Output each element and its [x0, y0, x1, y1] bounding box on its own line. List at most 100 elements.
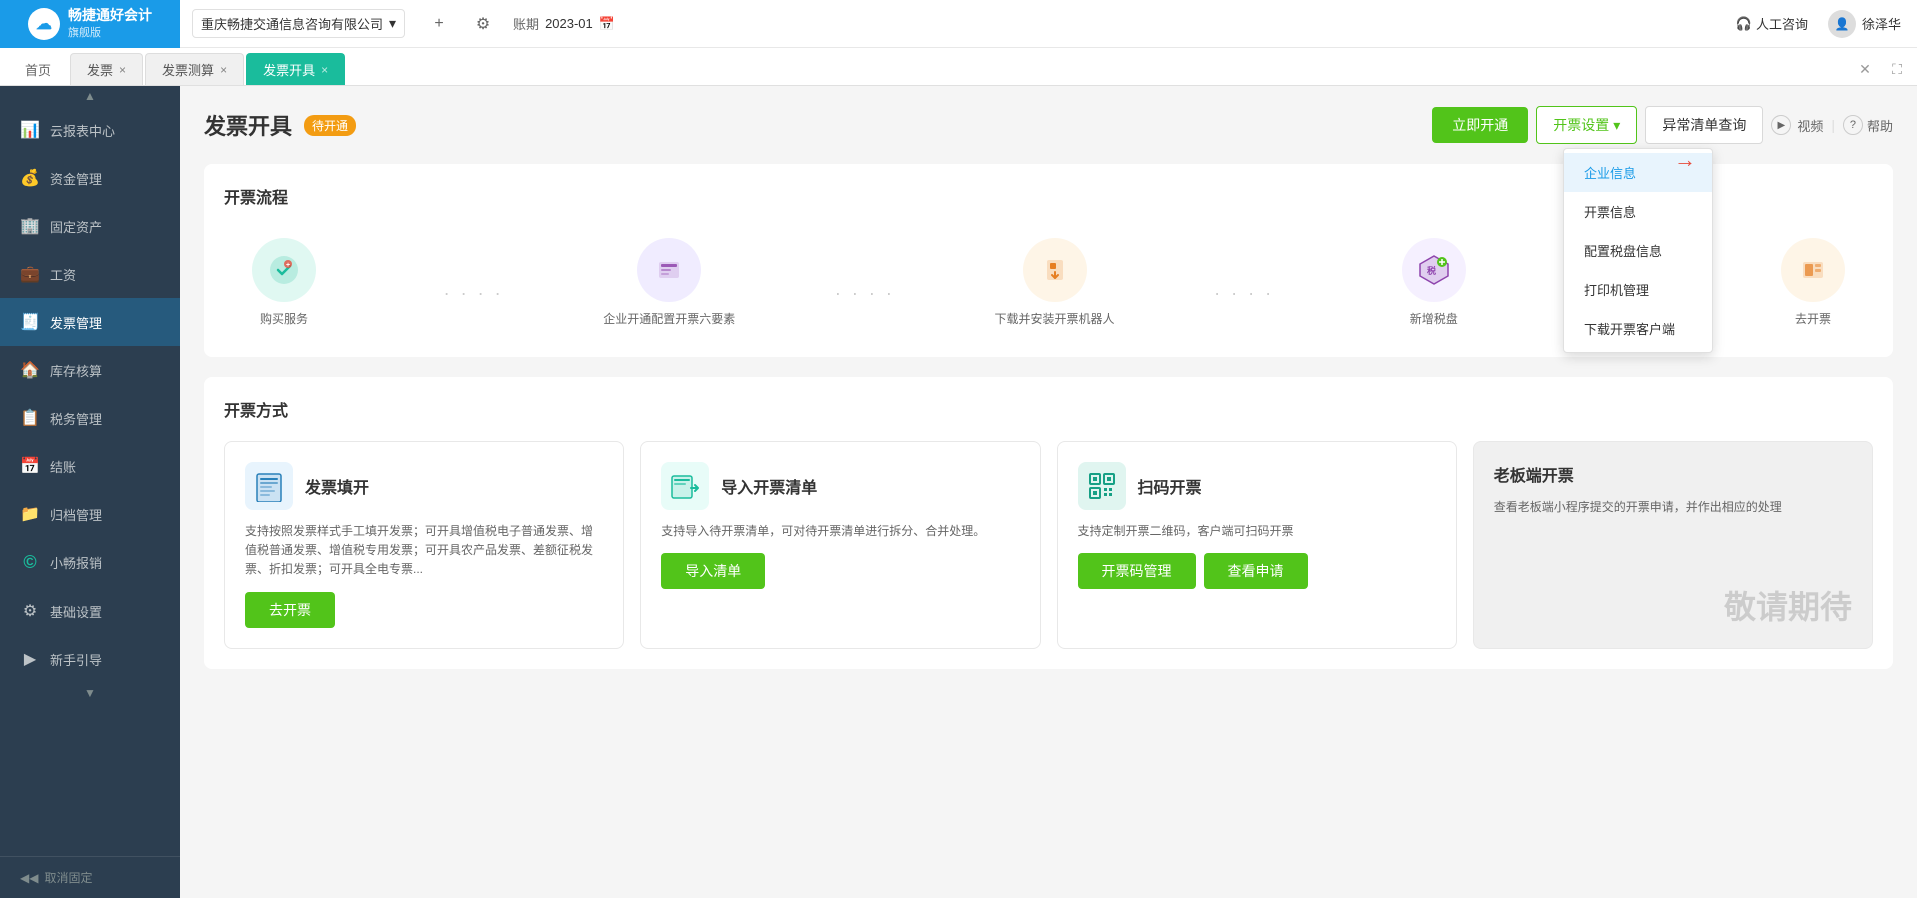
sidebar-item-salary[interactable]: 💼 工资 — [0, 250, 180, 298]
video-label[interactable]: 视频 — [1797, 116, 1823, 135]
go-invoice-button[interactable]: 去开票 — [245, 592, 335, 628]
tab-invoice-close[interactable]: × — [119, 63, 126, 77]
video-help: ▶ 视频 — [1771, 115, 1823, 135]
method-desc-import: 支持导入待开票清单，可对待开票清单进行拆分、合并处理。 — [661, 522, 1019, 541]
sidebar-label-guide: 新手引导 — [50, 650, 102, 669]
sidebar-scroll-up[interactable]: ▲ — [0, 86, 180, 106]
page-title-area: 发票开具 待开通 — [204, 109, 356, 141]
support-button[interactable]: 🎧 人工咨询 — [1736, 14, 1808, 33]
sidebar-item-invoice-mgmt[interactable]: 🧾 发票管理 — [0, 298, 180, 346]
accounting-icon: 📅 — [20, 456, 40, 476]
sidebar-label-settings: 基础设置 — [50, 602, 102, 621]
tab-invoice-issue-close[interactable]: × — [321, 63, 328, 77]
settings-icon[interactable]: ⚙ — [469, 10, 497, 38]
flow-step-config: 企业开通配置开票六要素 — [603, 238, 735, 327]
help-button[interactable]: ? 帮助 — [1843, 115, 1893, 135]
logo-area: ☁ 畅捷通好会计 旗舰版 — [0, 0, 180, 48]
sidebar-item-report2[interactable]: © 小畅报销 — [0, 538, 180, 587]
activate-button[interactable]: 立即开通 — [1432, 107, 1528, 143]
sidebar: ▲ 📊 云报表中心 💰 资金管理 🏢 固定资产 💼 工资 🧾 发票管理 🏠 库存… — [0, 86, 180, 898]
tab-invoice-calc[interactable]: 发票测算 × — [145, 53, 244, 85]
sidebar-scroll-down[interactable]: ▼ — [0, 683, 180, 703]
settings-sidebar-icon: ⚙ — [20, 601, 40, 621]
page-header: 发票开具 待开通 立即开通 开票设置 ▾ 异常清单查询 ▶ 视频 — [204, 106, 1893, 144]
invoice-mgmt-icon: 🧾 — [20, 312, 40, 332]
method-card-import: 导入开票清单 支持导入待开票清单，可对待开票清单进行拆分、合并处理。 导入清单 — [640, 441, 1040, 649]
report-icon: 📊 — [20, 120, 40, 140]
method-header-import: 导入开票清单 — [661, 462, 1019, 510]
tab-close-btn[interactable]: ✕ — [1853, 57, 1877, 81]
dropdown-tax-config[interactable]: 配置税盘信息 — [1564, 231, 1712, 270]
flow-label-buy: 购买服务 — [260, 310, 308, 327]
company-info-label: 企业信息 — [1584, 163, 1636, 182]
sidebar-label-report: 云报表中心 — [50, 121, 115, 140]
collapse-label: 取消固定 — [44, 869, 92, 886]
overlay-text: 敬请期待 — [1724, 582, 1852, 628]
user-info[interactable]: 👤 徐泽华 — [1828, 10, 1901, 38]
sidebar-label-inventory: 库存核算 — [50, 361, 102, 380]
sidebar-item-tax[interactable]: 📋 税务管理 — [0, 394, 180, 442]
flow-label-config: 企业开通配置开票六要素 — [603, 310, 735, 327]
sidebar-item-asset[interactable]: 🏢 固定资产 — [0, 202, 180, 250]
view-application-button[interactable]: 查看申请 — [1204, 553, 1308, 589]
top-header: ☁ 畅捷通好会计 旗舰版 重庆畅捷交通信息咨询有限公司 ▾ + ⚙ 账期 202… — [0, 0, 1917, 48]
dropdown-printer[interactable]: 打印机管理 — [1564, 270, 1712, 309]
user-name: 徐泽华 — [1862, 14, 1901, 33]
company-selector[interactable]: 重庆畅捷交通信息咨询有限公司 ▾ — [192, 9, 405, 38]
sidebar-item-archive[interactable]: 📁 归档管理 — [0, 490, 180, 538]
method-name-scan: 扫码开票 — [1138, 474, 1202, 498]
flow-step-buy: + 购买服务 — [224, 238, 344, 327]
settings-btn-label: 开票设置 — [1553, 115, 1609, 135]
flow-icon-go-invoice — [1781, 238, 1845, 302]
chevron-down-icon: ▾ — [1613, 117, 1620, 134]
flow-icon-add-tax: 税 — [1402, 238, 1466, 302]
method-desc-boss: 查看老板端小程序提交的开票申请，并作出相应的处理 — [1494, 498, 1852, 517]
tab-invoice[interactable]: 发票 × — [70, 53, 143, 85]
sidebar-label-archive: 归档管理 — [50, 505, 102, 524]
sidebar-collapse[interactable]: ◀◀ 取消固定 — [0, 856, 180, 898]
tab-bar-actions: ✕ ⛶ — [1853, 57, 1909, 85]
tab-invoice-calc-close[interactable]: × — [220, 63, 227, 77]
import-list-button[interactable]: 导入清单 — [661, 553, 765, 589]
query-button[interactable]: 异常清单查询 — [1645, 106, 1763, 144]
tab-invoice-issue[interactable]: 发票开具 × — [246, 53, 345, 85]
avatar: 👤 — [1828, 10, 1856, 38]
method-header-scan: 扫码开票 — [1078, 462, 1436, 510]
settings-button[interactable]: 开票设置 ▾ — [1536, 106, 1637, 144]
sidebar-item-guide[interactable]: ▶ 新手引导 — [0, 635, 180, 683]
page-content: 发票开具 待开通 立即开通 开票设置 ▾ 异常清单查询 ▶ 视频 — [180, 86, 1917, 709]
invoice-info-label: 开票信息 — [1584, 202, 1636, 221]
flow-label-go-invoice: 去开票 — [1795, 310, 1831, 327]
method-card-boss: 老板端开票 查看老板端小程序提交的开票申请，并作出相应的处理 敬请期待 — [1473, 441, 1873, 649]
sidebar-item-accounting[interactable]: 📅 结账 — [0, 442, 180, 490]
flow-connector-1: · · · · — [344, 261, 603, 304]
tab-home[interactable]: 首页 — [8, 53, 68, 85]
add-button[interactable]: + — [425, 10, 453, 38]
status-badge: 待开通 — [304, 115, 356, 136]
period-label: 账期 — [513, 14, 539, 33]
flow-connector-3: · · · · — [1115, 261, 1374, 304]
sidebar-item-settings[interactable]: ⚙ 基础设置 — [0, 587, 180, 635]
flow-step-go-invoice: 去开票 — [1753, 238, 1873, 327]
sidebar-label-report2: 小畅报销 — [50, 553, 102, 572]
dropdown-download[interactable]: 下载开票客户端 — [1564, 309, 1712, 348]
tab-invoice-issue-label: 发票开具 — [263, 60, 315, 79]
flow-label-download: 下载并安装开票机器人 — [995, 310, 1115, 327]
method-header-boss: 老板端开票 — [1494, 462, 1852, 486]
qr-manage-button[interactable]: 开票码管理 — [1078, 553, 1196, 589]
main-layout: ▲ 📊 云报表中心 💰 资金管理 🏢 固定资产 💼 工资 🧾 发票管理 🏠 库存… — [0, 86, 1917, 898]
sidebar-label-tax: 税务管理 — [50, 409, 102, 428]
sidebar-item-finance[interactable]: 💰 资金管理 — [0, 154, 180, 202]
sidebar-item-inventory[interactable]: 🏠 库存核算 — [0, 346, 180, 394]
play-icon[interactable]: ▶ — [1771, 115, 1791, 135]
sidebar-item-report[interactable]: 📊 云报表中心 — [0, 106, 180, 154]
method-card-scan: 扫码开票 支持定制开票二维码，客户端可扫码开票 开票码管理 查看申请 — [1057, 441, 1457, 649]
tab-invoice-label: 发票 — [87, 60, 113, 79]
tax-config-label: 配置税盘信息 — [1584, 241, 1662, 260]
methods-grid: 发票填开 支持按照发票样式手工填开发票；可开具增值税电子普通发票、增值税普通发票… — [224, 441, 1873, 649]
dropdown-invoice-info[interactable]: 开票信息 — [1564, 192, 1712, 231]
methods-title: 开票方式 — [224, 397, 1873, 421]
calendar-icon[interactable]: 📅 — [599, 16, 615, 32]
tab-expand-btn[interactable]: ⛶ — [1885, 57, 1909, 81]
cloud-icon: ☁ — [36, 14, 52, 34]
